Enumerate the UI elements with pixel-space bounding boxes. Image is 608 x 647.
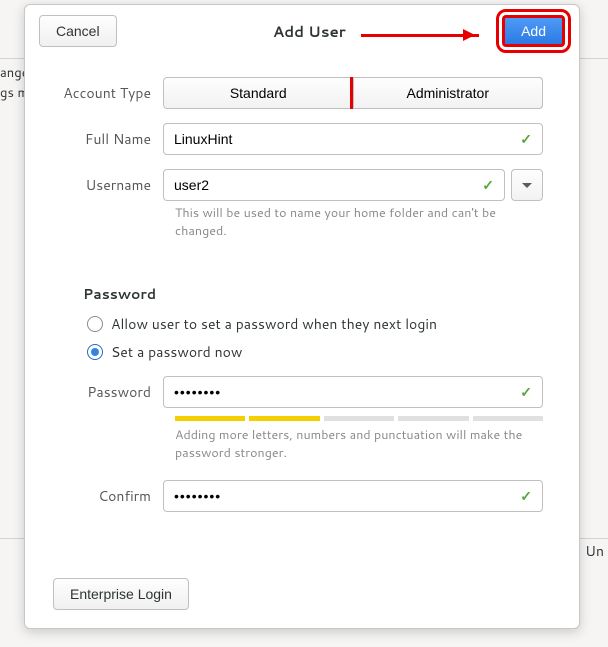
password-section-title: Password [83,284,543,304]
add-user-dialog: Cancel Add User Add Account Type Standar… [24,4,580,629]
password-strength-help: Adding more letters, numbers and punctua… [175,427,543,462]
check-icon: ✓ [520,382,532,402]
password-input-wrap: ✓ [163,376,543,408]
fullname-input-wrap: ✓ [163,123,543,155]
add-button[interactable]: Add [502,15,565,47]
dialog-header: Cancel Add User Add [25,5,579,57]
account-type-standard[interactable]: Standard [163,77,353,109]
fullname-label: Full Name [35,129,163,149]
dialog-title: Add User [117,21,502,42]
background-unlock-button[interactable]: Un [581,533,608,569]
annotation-arrow-add [361,34,479,37]
strength-seg-2 [249,416,319,421]
confirm-label: Confirm [35,486,163,506]
strength-seg-3 [324,416,394,421]
radio-set-now[interactable] [87,344,103,360]
confirm-input[interactable] [174,488,520,504]
password-strength-bar [175,416,543,421]
username-label: Username [35,175,163,195]
check-icon: ✓ [482,175,494,195]
radio-set-now-label: Set a password now [111,342,242,362]
username-dropdown-button[interactable] [511,169,543,201]
password-label: Password [35,382,163,402]
enterprise-login-button[interactable]: Enterprise Login [53,578,189,610]
strength-seg-5 [473,416,543,421]
password-input[interactable] [174,384,520,400]
username-input-wrap: ✓ [163,169,505,201]
cancel-button[interactable]: Cancel [39,15,117,47]
radio-allow-later-label: Allow user to set a password when they n… [111,314,437,334]
check-icon: ✓ [520,486,532,506]
account-type-segment: Standard Administrator [163,77,543,109]
account-type-administrator[interactable]: Administrator [353,77,544,109]
radio-allow-later[interactable] [87,316,103,332]
account-type-label: Account Type [35,83,163,103]
username-help-text: This will be used to name your home fold… [175,205,543,240]
check-icon: ✓ [520,129,532,149]
strength-seg-4 [398,416,468,421]
confirm-input-wrap: ✓ [163,480,543,512]
strength-seg-1 [175,416,245,421]
username-input[interactable] [174,177,482,193]
fullname-input[interactable] [174,131,520,147]
chevron-down-icon [522,183,532,188]
